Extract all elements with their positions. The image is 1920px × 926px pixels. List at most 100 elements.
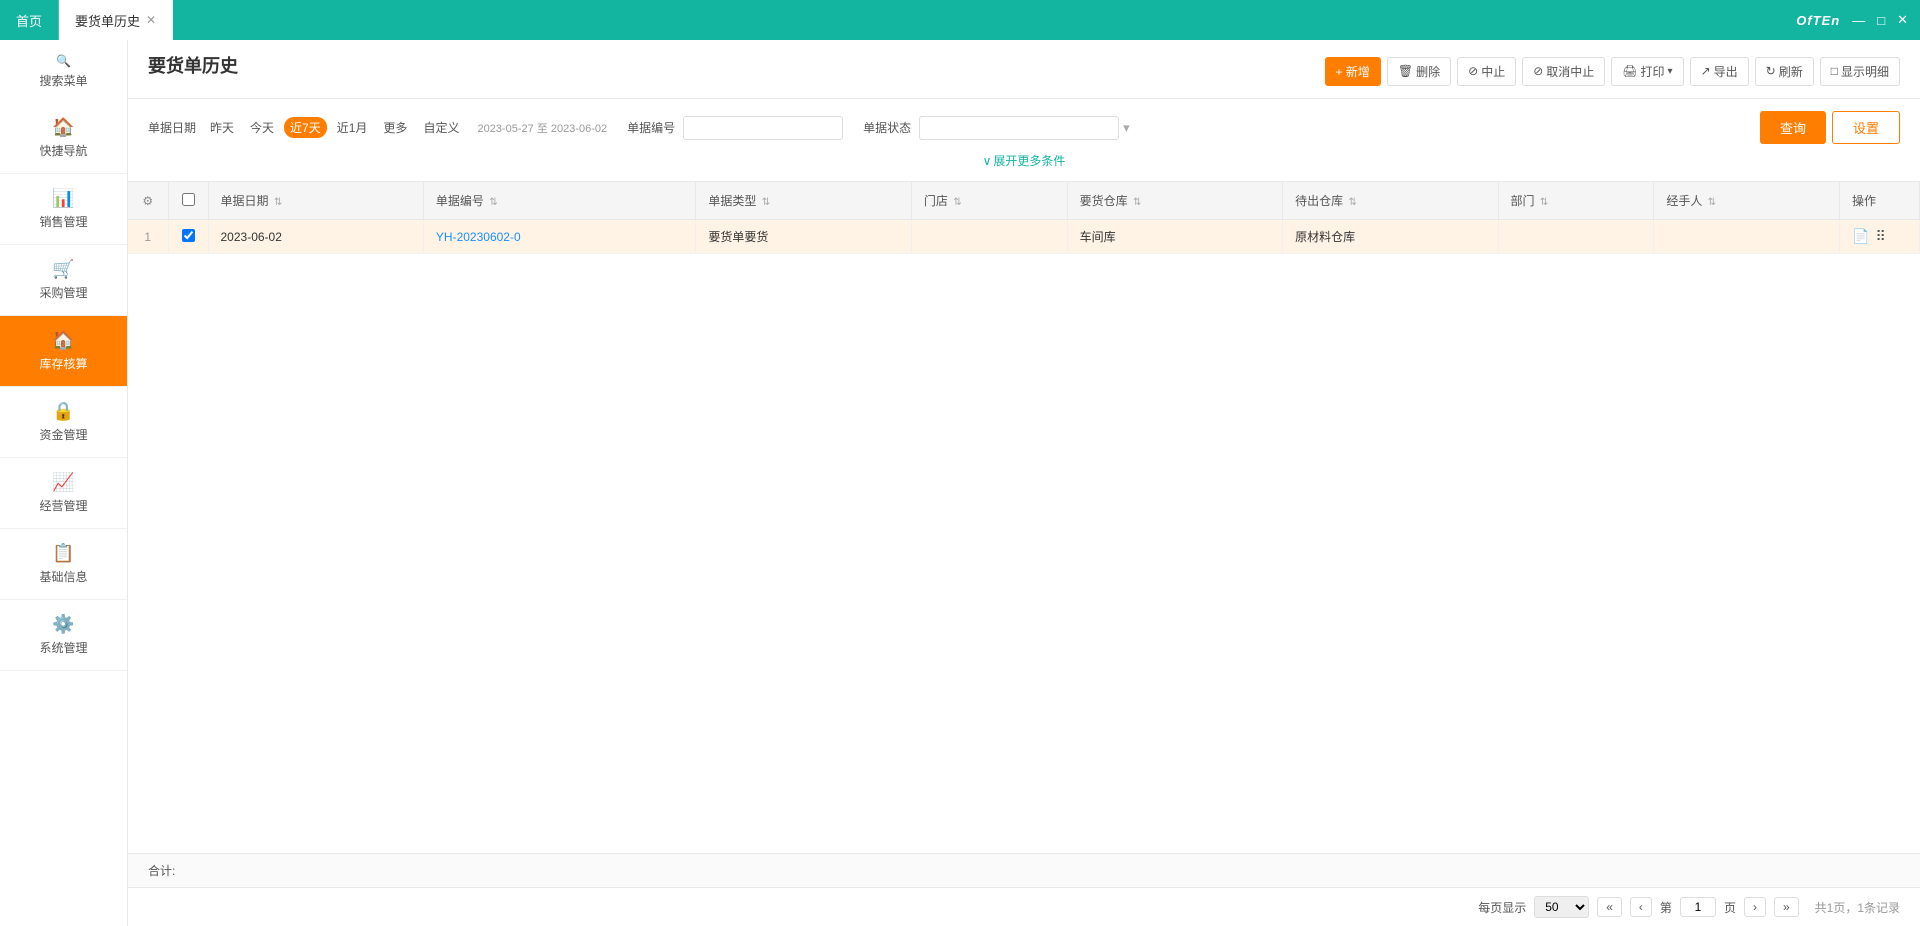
tab-home[interactable]: 首页 bbox=[0, 0, 59, 40]
print-chevron-icon: ▾ bbox=[1668, 66, 1673, 77]
sidebar-item-search[interactable]: 🔍 搜索菜单 bbox=[0, 40, 127, 103]
cancel-stop-icon: ⊘ bbox=[1533, 64, 1543, 78]
page-size-select[interactable]: 50 10 20 100 bbox=[1534, 896, 1589, 918]
last-page-btn[interactable]: » bbox=[1774, 897, 1799, 917]
th-settings[interactable]: ⚙ bbox=[128, 182, 168, 220]
docno-input[interactable] bbox=[683, 116, 843, 140]
filter-actions: 查询 设置 bbox=[1760, 111, 1900, 144]
tab-close-icon[interactable]: ✕ bbox=[146, 13, 156, 27]
sidebar-item-sales[interactable]: 📊 销售管理 bbox=[0, 174, 127, 245]
date-range-text: 2023-05-27 至 2023-06-02 bbox=[477, 120, 607, 136]
setting-button[interactable]: 设置 bbox=[1832, 111, 1900, 144]
status-input[interactable] bbox=[919, 116, 1119, 140]
row-checkbox[interactable] bbox=[182, 229, 195, 242]
sort-date-icon[interactable]: ⇅ bbox=[274, 197, 282, 208]
sidebar-item-finance[interactable]: 🔒 资金管理 bbox=[0, 387, 127, 458]
brand-label: OfTEn bbox=[1796, 13, 1840, 28]
tab-requisition-history-label: 要货单历史 bbox=[75, 11, 140, 30]
query-button[interactable]: 查询 bbox=[1760, 111, 1826, 144]
window-minimize-btn[interactable]: — bbox=[1852, 13, 1865, 28]
page-input[interactable] bbox=[1680, 897, 1716, 917]
th-no-label: 单据编号 bbox=[436, 194, 484, 208]
status-filter: 单据状态 ▾ bbox=[863, 116, 1130, 140]
tab-requisition-history[interactable]: 要货单历史 ✕ bbox=[59, 0, 173, 40]
filter-area: 单据日期 昨天 今天 近7天 近1月 更多 自定义 2023-05-27 至 2… bbox=[128, 99, 1920, 182]
sort-type-icon[interactable]: ⇅ bbox=[762, 197, 770, 208]
row-store bbox=[911, 220, 1067, 254]
cancel-stop-button[interactable]: ⊘ 取消中止 bbox=[1522, 57, 1605, 86]
date-opt-more[interactable]: 更多 bbox=[377, 117, 413, 138]
row-edit-icon[interactable]: 📄 bbox=[1852, 228, 1869, 245]
sidebar-label-finance: 资金管理 bbox=[39, 426, 87, 443]
sidebar-label-quick-nav: 快捷导航 bbox=[39, 142, 87, 159]
expand-more-btn[interactable]: ∨ 展开更多条件 bbox=[983, 152, 1066, 169]
finance-icon: 🔒 bbox=[52, 401, 74, 422]
data-table: ⚙ 单据日期 ⇅ 单据编号 ⇅ 单据类型 bbox=[128, 182, 1920, 254]
pagination: 每页显示 50 10 20 100 « ‹ 第 页 › » 共1页，1条记录 bbox=[128, 887, 1920, 926]
toolbar: + 新增 🗑 删除 ⊘ 中止 ⊘ 取消中止 🖨 打 bbox=[1325, 57, 1900, 86]
sort-no-icon[interactable]: ⇅ bbox=[489, 197, 497, 208]
date-opt-yesterday[interactable]: 昨天 bbox=[204, 117, 240, 138]
sidebar-item-basic-info[interactable]: 📋 基础信息 bbox=[0, 529, 127, 600]
sort-pending-warehouse-icon[interactable]: ⇅ bbox=[1348, 197, 1356, 208]
sales-icon: 📊 bbox=[52, 188, 74, 209]
sidebar-label-operation: 经营管理 bbox=[39, 497, 87, 514]
main-layout: 🔍 搜索菜单 🏠 快捷导航 📊 销售管理 🛒 采购管理 🏠 库存核算 🔒 资金管… bbox=[0, 40, 1920, 926]
sidebar-item-inventory[interactable]: 🏠 库存核算 bbox=[0, 316, 127, 387]
sidebar-label-sales: 销售管理 bbox=[39, 213, 87, 230]
sort-handler-icon[interactable]: ⇅ bbox=[1708, 197, 1716, 208]
home-icon: 🏠 bbox=[52, 117, 74, 138]
row-more-icon[interactable]: ⠿ bbox=[1875, 228, 1885, 245]
refresh-label: 刷新 bbox=[1779, 63, 1803, 80]
date-opt-custom[interactable]: 自定义 bbox=[417, 117, 465, 138]
sidebar-item-purchase[interactable]: 🛒 采购管理 bbox=[0, 245, 127, 316]
prev-page-btn[interactable]: ‹ bbox=[1630, 897, 1652, 917]
page-header: 要货单历史 + 新增 🗑 删除 ⊘ 中止 ⊘ 取消中止 bbox=[128, 40, 1920, 99]
status-dropdown-icon[interactable]: ▾ bbox=[1123, 120, 1130, 136]
row-no: YH-20230602-0 bbox=[423, 220, 696, 254]
th-date: 单据日期 ⇅ bbox=[208, 182, 423, 220]
sidebar-item-operation[interactable]: 📈 经营管理 bbox=[0, 458, 127, 529]
sort-req-warehouse-icon[interactable]: ⇅ bbox=[1133, 197, 1141, 208]
date-opt-today[interactable]: 今天 bbox=[244, 117, 280, 138]
th-action: 操作 bbox=[1840, 182, 1920, 220]
new-button[interactable]: + 新增 bbox=[1325, 57, 1381, 86]
print-button[interactable]: 🖨 打印 ▾ bbox=[1611, 57, 1683, 86]
stop-button[interactable]: ⊘ 中止 bbox=[1457, 57, 1516, 86]
refresh-button[interactable]: ↻ 刷新 bbox=[1755, 57, 1814, 86]
th-store-label: 门店 bbox=[924, 194, 948, 208]
window-maximize-btn[interactable]: □ bbox=[1877, 13, 1885, 28]
print-icon: 🖨 bbox=[1622, 64, 1637, 78]
display-detail-icon: □ bbox=[1831, 64, 1838, 78]
th-type: 单据类型 ⇅ bbox=[696, 182, 911, 220]
topbar-right: OfTEn — □ ✕ bbox=[1796, 12, 1920, 28]
date-opt-last7days[interactable]: 近7天 bbox=[284, 117, 327, 138]
date-filter-label: 单据日期 bbox=[148, 119, 196, 136]
next-page-btn[interactable]: › bbox=[1744, 897, 1766, 917]
select-all-checkbox[interactable] bbox=[182, 193, 195, 206]
sort-department-icon[interactable]: ⇅ bbox=[1540, 197, 1548, 208]
sidebar-item-quick-nav[interactable]: 🏠 快捷导航 bbox=[0, 103, 127, 174]
delete-icon: 🗑 bbox=[1398, 64, 1413, 78]
sort-store-icon[interactable]: ⇅ bbox=[953, 197, 961, 208]
date-opt-last1month[interactable]: 近1月 bbox=[331, 117, 374, 138]
export-icon: ↗ bbox=[1701, 64, 1711, 78]
export-button[interactable]: ↗ 导出 bbox=[1690, 57, 1749, 86]
total-info: 共1页，1条记录 bbox=[1815, 899, 1900, 916]
sidebar-item-system[interactable]: ⚙️ 系统管理 bbox=[0, 600, 127, 671]
display-detail-button[interactable]: □ 显示明细 bbox=[1820, 57, 1900, 86]
delete-button[interactable]: 🗑 删除 bbox=[1387, 57, 1451, 86]
first-page-btn[interactable]: « bbox=[1597, 897, 1622, 917]
date-options: 昨天 今天 近7天 近1月 更多 自定义 bbox=[204, 117, 465, 138]
expand-row: ∨ 展开更多条件 bbox=[148, 152, 1900, 169]
row-no-link[interactable]: YH-20230602-0 bbox=[436, 230, 521, 244]
delete-label: 删除 bbox=[1416, 63, 1440, 80]
row-action-cell: 📄 ⠿ bbox=[1840, 220, 1920, 254]
inventory-icon: 🏠 bbox=[52, 330, 74, 351]
window-close-btn[interactable]: ✕ bbox=[1897, 12, 1908, 28]
filter-row-1: 单据日期 昨天 今天 近7天 近1月 更多 自定义 2023-05-27 至 2… bbox=[148, 111, 1900, 144]
export-label: 导出 bbox=[1714, 63, 1738, 80]
th-pending-warehouse-label: 待出仓库 bbox=[1295, 194, 1343, 208]
total-label: 合计: bbox=[148, 862, 175, 879]
basic-info-icon: 📋 bbox=[52, 543, 74, 564]
